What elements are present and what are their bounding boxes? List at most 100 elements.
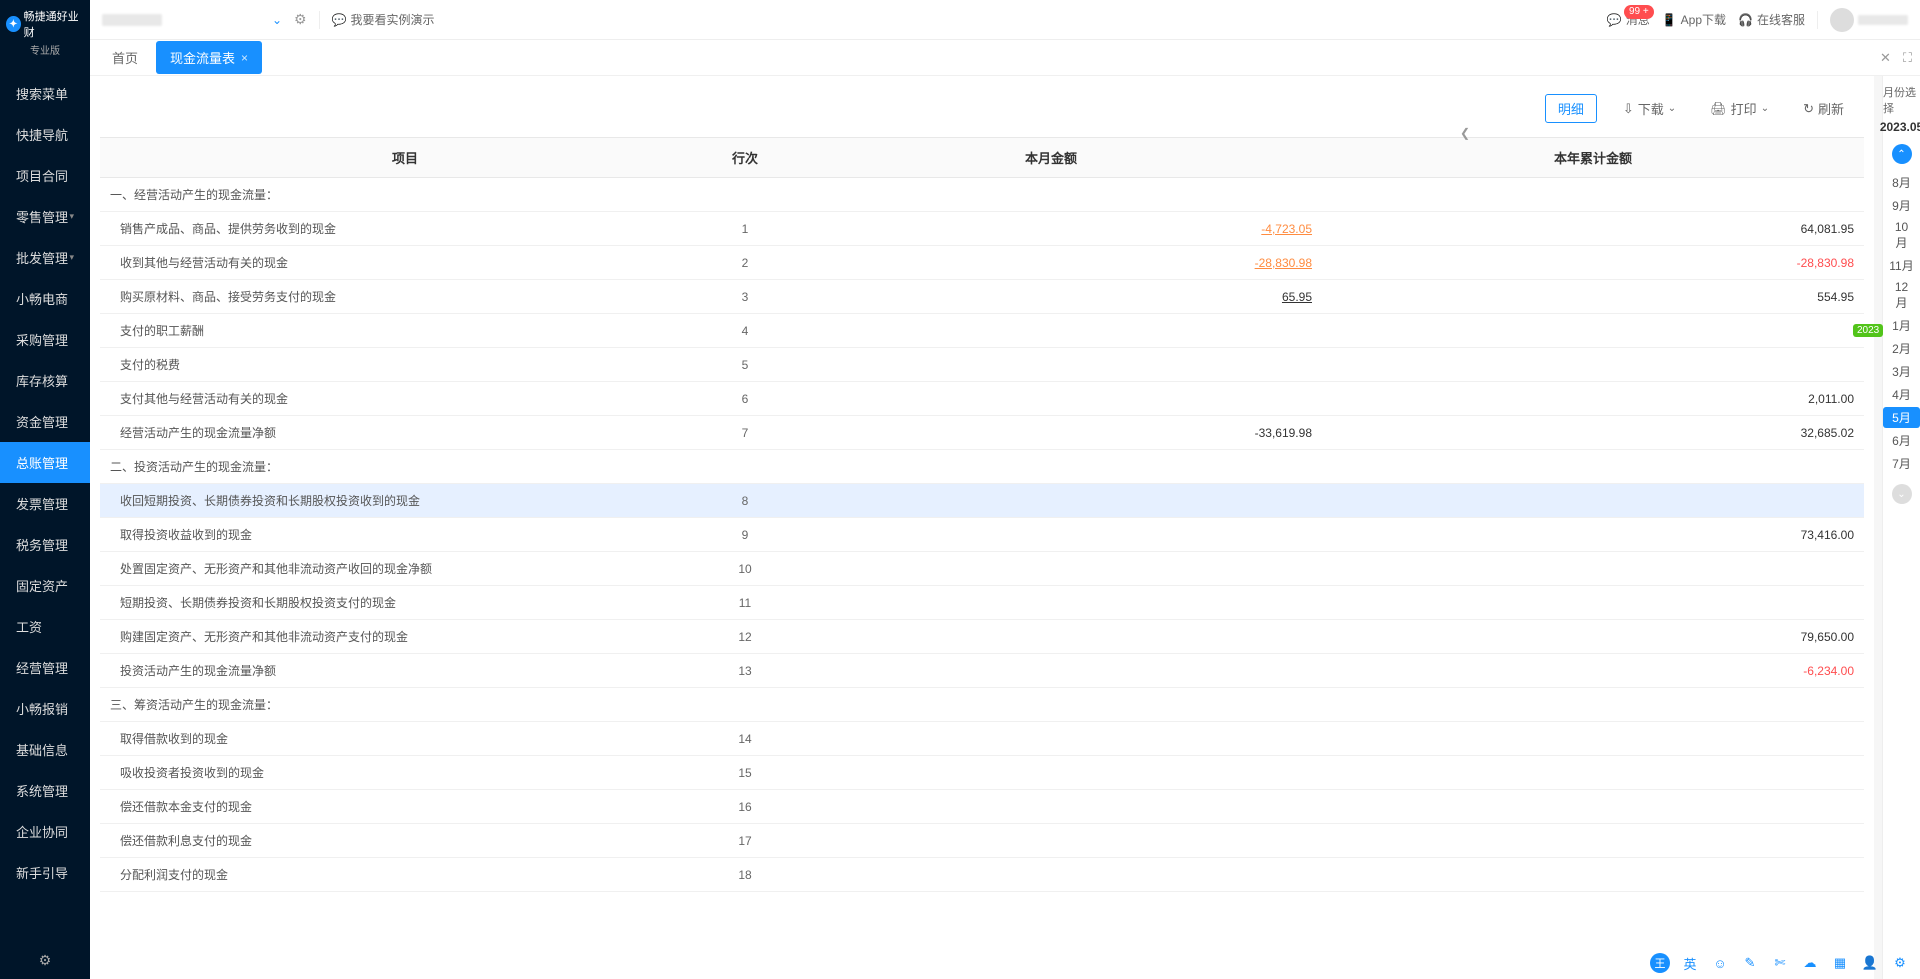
tool-cloud-icon[interactable]: ☁ (1800, 953, 1820, 973)
cell-seq: 4 (710, 314, 780, 348)
sidebar-item-label: 库存核算 (16, 371, 68, 390)
table-row[interactable]: 收到其他与经营活动有关的现金2-28,830.98-28,830.98 (100, 246, 1864, 280)
refresh-button[interactable]: ↻ 刷新 (1795, 95, 1852, 122)
cell-month-amount (780, 824, 1322, 858)
month-scroll-down[interactable]: ⌄ (1892, 484, 1912, 504)
cell-month-amount (780, 484, 1322, 518)
sidebar-item[interactable]: 经营管理 (0, 647, 90, 688)
sidebar-item[interactable]: 系统管理 (0, 770, 90, 811)
sidebar-item[interactable]: 发票管理 (0, 483, 90, 524)
sidebar-item[interactable]: 小畅报销 (0, 688, 90, 729)
table-row[interactable]: 偿还借款利息支付的现金17 (100, 824, 1864, 858)
close-icon[interactable]: × (241, 51, 248, 65)
sidebar-item[interactable]: 库存核算 (0, 360, 90, 401)
sidebar-item[interactable]: 总账管理 (0, 442, 90, 483)
month-item[interactable]: 1月 (1883, 315, 1920, 336)
cell-seq (710, 450, 780, 484)
ime-badge[interactable]: 王 (1650, 953, 1670, 973)
sidebar-item[interactable]: 项目合同 (0, 155, 90, 196)
table-row[interactable]: 购建固定资产、无形资产和其他非流动资产支付的现金1279,650.00 (100, 620, 1864, 654)
ime-lang-button[interactable]: 英 (1680, 953, 1700, 973)
download-button[interactable]: ⇩ 下载 ⌄ (1615, 95, 1684, 122)
tool-smile-icon[interactable]: ☺ (1710, 953, 1730, 973)
online-service-button[interactable]: 🎧 在线客服 (1738, 11, 1805, 28)
sidebar-item[interactable]: 企业协同 (0, 811, 90, 852)
tool-grid-icon[interactable]: ▦ (1830, 953, 1850, 973)
expand-panel-icon[interactable]: ❮ (1460, 126, 1470, 140)
table-row[interactable]: 处置固定资产、无形资产和其他非流动资产收回的现金净额10 (100, 552, 1864, 586)
month-item[interactable]: 4月 (1883, 384, 1920, 405)
table-row[interactable]: 一、经营活动产生的现金流量： (100, 178, 1864, 212)
table-row[interactable]: 偿还借款本金支付的现金16 (100, 790, 1864, 824)
table-row[interactable]: 销售产成品、商品、提供劳务收到的现金1-4,723.0564,081.95 (100, 212, 1864, 246)
close-tabs-icon[interactable]: ✕ (1880, 50, 1891, 66)
month-item[interactable]: 10月 (1883, 218, 1920, 253)
tool-person-icon[interactable]: 👤 (1860, 953, 1880, 973)
detail-button[interactable]: 明细 (1545, 94, 1597, 123)
settings-icon[interactable]: ⚙ (0, 942, 90, 979)
sidebar-item[interactable]: 零售管理▾ (0, 196, 90, 237)
sidebar-item[interactable]: 税务管理 (0, 524, 90, 565)
table-row[interactable]: 短期投资、长期债券投资和长期股权投资支付的现金11 (100, 586, 1864, 620)
table-row[interactable]: 收回短期投资、长期债券投资和长期股权投资收到的现金8 (100, 484, 1864, 518)
cell-item: 支付其他与经营活动有关的现金 (100, 382, 710, 416)
message-button[interactable]: 💬 消息 99 + (1607, 11, 1650, 28)
month-item[interactable]: 11月 (1883, 255, 1920, 276)
tool-edit-icon[interactable]: ✎ (1740, 953, 1760, 973)
month-item[interactable]: 7月 (1883, 453, 1920, 474)
month-item[interactable]: 9月 (1883, 195, 1920, 216)
cell-month-amount[interactable]: -4,723.05 (780, 212, 1322, 246)
month-item[interactable]: 6月 (1883, 430, 1920, 451)
sidebar-item[interactable]: 小畅电商 (0, 278, 90, 319)
sidebar-item[interactable]: 新手引导 (0, 852, 90, 893)
sidebar-item[interactable]: 批发管理▾ (0, 237, 90, 278)
sidebar-item-label: 项目合同 (16, 166, 68, 185)
table-row[interactable]: 吸收投资者投资收到的现金15 (100, 756, 1864, 790)
month-item[interactable]: 12月 (1883, 278, 1920, 313)
cell-seq: 9 (710, 518, 780, 552)
sidebar-item-label: 资金管理 (16, 412, 68, 431)
cell-month-amount[interactable]: -28,830.98 (780, 246, 1322, 280)
sidebar-item[interactable]: 固定资产 (0, 565, 90, 606)
month-item[interactable]: 2月 (1883, 338, 1920, 359)
fullscreen-icon[interactable]: ⛶ (1903, 50, 1912, 66)
tool-gear-icon[interactable]: ⚙ (1890, 953, 1910, 973)
table-row[interactable]: 取得投资收益收到的现金973,416.00 (100, 518, 1864, 552)
table-row[interactable]: 经营活动产生的现金流量净额7-33,619.9832,685.02 (100, 416, 1864, 450)
table-row[interactable]: 支付的职工薪酬4 (100, 314, 1864, 348)
sidebar-item[interactable]: 基础信息 (0, 729, 90, 770)
cell-year-amount (1322, 824, 1864, 858)
sidebar-item[interactable]: 采购管理 (0, 319, 90, 360)
table-row[interactable]: 二、投资活动产生的现金流量： (100, 450, 1864, 484)
sidebar-item[interactable]: 搜索菜单 (0, 73, 90, 114)
cell-item: 经营活动产生的现金流量净额 (100, 416, 710, 450)
month-scroll-up[interactable]: ⌃ (1892, 144, 1912, 164)
cell-month-amount (780, 382, 1322, 416)
app-download-button[interactable]: 📱 App下载 (1662, 11, 1726, 28)
tab[interactable]: 现金流量表× (156, 41, 262, 74)
user-menu[interactable] (1830, 8, 1908, 32)
tab[interactable]: 首页 (98, 41, 152, 74)
cell-month-amount (780, 654, 1322, 688)
month-item[interactable]: 8月 (1883, 172, 1920, 193)
table-row[interactable]: 三、筹资活动产生的现金流量： (100, 688, 1864, 722)
table-row[interactable]: 购买原材料、商品、接受劳务支付的现金365.95554.95 (100, 280, 1864, 314)
sidebar-item[interactable]: 工资 (0, 606, 90, 647)
table-row[interactable]: 投资活动产生的现金流量净额13-6,234.00 (100, 654, 1864, 688)
month-item[interactable]: 3月 (1883, 361, 1920, 382)
gear-icon[interactable]: ⚙ (294, 11, 307, 28)
cell-seq: 5 (710, 348, 780, 382)
table-row[interactable]: 分配利润支付的现金18 (100, 858, 1864, 892)
table-row[interactable]: 支付其他与经营活动有关的现金62,011.00 (100, 382, 1864, 416)
print-button[interactable]: 🖨 打印 ⌄ (1702, 95, 1777, 122)
tool-scissors-icon[interactable]: ✄ (1770, 953, 1790, 973)
month-item[interactable]: 5月 (1883, 407, 1920, 428)
sidebar-item[interactable]: 资金管理 (0, 401, 90, 442)
org-selector[interactable]: ⌄ (102, 13, 282, 27)
table-row[interactable]: 取得借款收到的现金14 (100, 722, 1864, 756)
demo-link[interactable]: 💬 我要看实例演示 (332, 11, 435, 28)
table-row[interactable]: 支付的税费5 (100, 348, 1864, 382)
sidebar-item[interactable]: 快捷导航 (0, 114, 90, 155)
mobile-icon: 📱 (1662, 13, 1677, 27)
cell-month-amount[interactable]: 65.95 (780, 280, 1322, 314)
